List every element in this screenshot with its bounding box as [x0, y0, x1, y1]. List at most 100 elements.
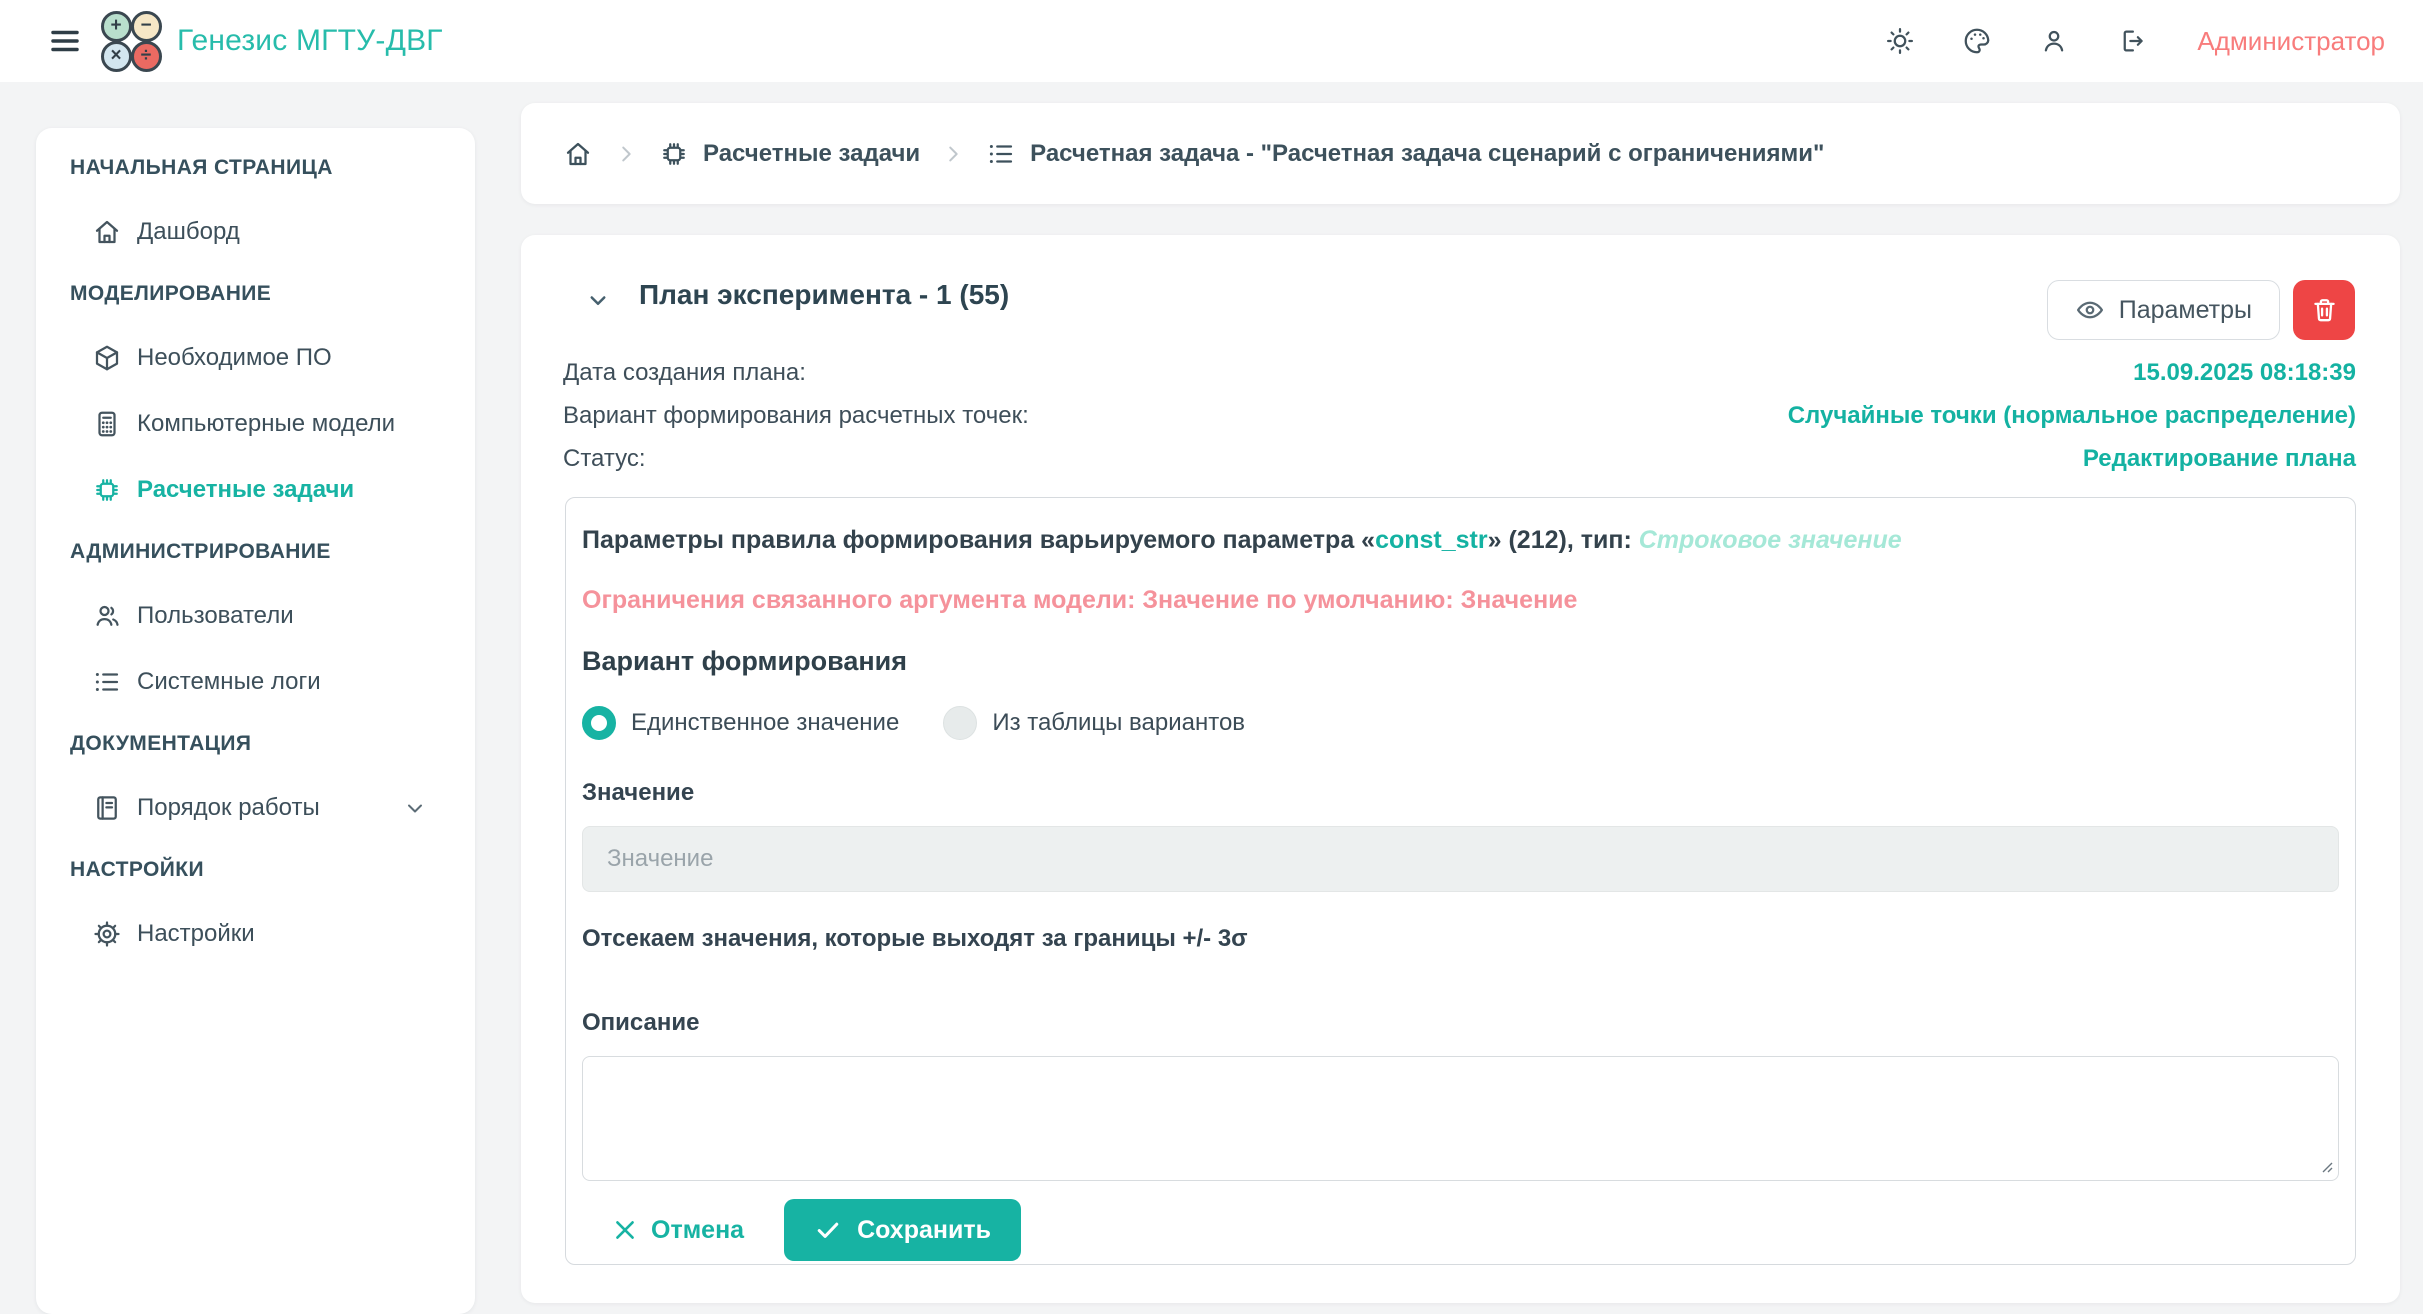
- detail-row-status: Статус: Редактирование плана: [563, 437, 2356, 480]
- sidebar-item-computer-models[interactable]: Компьютерные модели: [36, 400, 475, 448]
- users-icon: [96, 605, 119, 626]
- sidebar-item-work-procedure[interactable]: Порядок работы: [36, 784, 475, 832]
- plan-details: Дата создания плана: 15.09.2025 08:18:39…: [563, 351, 2356, 480]
- sidebar-item-settings[interactable]: Настройки: [36, 910, 475, 958]
- logout-icon[interactable]: [2116, 26, 2146, 56]
- logo-times-circle: ×: [100, 40, 132, 72]
- app-header: + − × ÷ Генезис МГТУ-ДВГ Администратор: [0, 0, 2423, 82]
- sidebar-section-administration: АДМИНИСТРИРОВАНИЕ: [70, 540, 331, 563]
- cancel-button[interactable]: Отмена: [606, 1215, 750, 1246]
- theme-sun-icon[interactable]: [1885, 26, 1915, 56]
- menu-icon[interactable]: [45, 20, 87, 62]
- logo-minus-circle: −: [130, 10, 162, 42]
- trash-icon: [2313, 298, 2335, 321]
- chevron-right-icon: [942, 143, 964, 165]
- rule-constraints: Ограничения связанного аргумента модели:…: [582, 586, 1578, 614]
- description-area-wrap: [582, 1056, 2339, 1181]
- list-icon: [990, 144, 1013, 163]
- breadcrumb-calculation-tasks[interactable]: Расчетные задачи: [659, 139, 920, 169]
- logo-divide-glyph: ÷: [140, 45, 152, 66]
- sidebar-item-label: Необходимое ПО: [137, 344, 332, 371]
- sidebar-item-system-logs[interactable]: Системные логи: [36, 658, 475, 706]
- plan-title: План эксперимента - 1 (55): [639, 279, 1010, 310]
- breadcrumb-label: Расчетная задача - "Расчетная задача сце…: [1030, 139, 1825, 167]
- chevron-right-icon: [615, 143, 637, 165]
- detail-label: Вариант формирования расчетных точек:: [563, 401, 1029, 429]
- book-icon: [97, 796, 117, 820]
- calculator-icon: [98, 411, 116, 437]
- breadcrumb-label: Расчетные задачи: [703, 139, 921, 167]
- rule-title-suffix: » (212), тип:: [1487, 526, 1639, 554]
- breadcrumb-home[interactable]: [563, 139, 593, 169]
- parameter-rule-form: Параметры правила формирования варьируем…: [565, 497, 2356, 1265]
- logo-times-glyph: ×: [110, 45, 122, 66]
- radio-from-table[interactable]: Из таблицы вариантов: [943, 706, 1245, 740]
- check-icon: [817, 1222, 839, 1238]
- app-title: Генезис МГТУ-ДВГ: [177, 24, 443, 57]
- cpu-icon: [96, 479, 118, 501]
- sidebar-section-settings: НАСТРОЙКИ: [70, 858, 204, 881]
- radio-label: Из таблицы вариантов: [992, 709, 1246, 736]
- package-icon: [95, 345, 119, 371]
- sidebar-item-calculation-tasks[interactable]: Расчетные задачи: [36, 466, 475, 514]
- collapse-chevron-down-icon[interactable]: [583, 285, 613, 315]
- parameters-button-label: Параметры: [2118, 295, 2252, 324]
- x-icon: [616, 1221, 634, 1239]
- rule-param-name: const_str: [1375, 526, 1488, 554]
- variant-radio-group: Единственное значение Из таблицы вариант…: [582, 706, 2339, 740]
- sidebar-item-label: Дашборд: [137, 218, 240, 245]
- detail-row-created: Дата создания плана: 15.09.2025 08:18:39: [563, 351, 2356, 394]
- sidebar-item-users[interactable]: Пользователи: [36, 592, 475, 640]
- eye-icon: [2076, 301, 2103, 319]
- radio-button-icon[interactable]: [943, 706, 978, 740]
- sidebar: НАЧАЛЬНАЯ СТРАНИЦА Дашборд МОДЕЛИРОВАНИЕ…: [36, 128, 475, 1314]
- resize-grip-icon[interactable]: [2319, 1159, 2334, 1174]
- breadcrumb-current-task: Расчетная задача - "Расчетная задача сце…: [986, 139, 1824, 169]
- detail-label: Статус:: [563, 444, 646, 472]
- list-icon: [95, 673, 119, 691]
- home-icon: [566, 142, 590, 165]
- cancel-button-label: Отмена: [651, 1215, 745, 1244]
- gear-icon: [94, 921, 120, 947]
- rule-param-type: Строковое значение: [1638, 526, 1902, 554]
- sidebar-section-modeling: МОДЕЛИРОВАНИЕ: [70, 282, 272, 305]
- sidebar-section-documentation: ДОКУМЕНТАЦИЯ: [70, 732, 252, 755]
- user-icon[interactable]: [2039, 26, 2069, 56]
- value-input[interactable]: [582, 826, 2339, 892]
- logo-divide-circle: ÷: [130, 40, 162, 72]
- detail-value: Редактирование плана: [2082, 444, 2356, 472]
- variant-heading: Вариант формирования: [582, 646, 908, 676]
- app-logo-icon: + − × ÷: [100, 10, 162, 72]
- description-label: Описание: [582, 1009, 700, 1036]
- chevron-down-icon[interactable]: [403, 796, 427, 820]
- rule-title: Параметры правила формирования варьируем…: [582, 522, 2339, 558]
- sidebar-section-home: НАЧАЛЬНАЯ СТРАНИЦА: [70, 156, 333, 179]
- detail-label: Дата создания плана:: [563, 358, 806, 386]
- sidebar-item-label: Системные логи: [137, 668, 321, 695]
- save-button-label: Сохранить: [857, 1215, 991, 1244]
- sidebar-item-software[interactable]: Необходимое ПО: [36, 334, 475, 382]
- parameters-button[interactable]: Параметры: [2046, 280, 2280, 340]
- sigma-note: Отсекаем значения, которые выходят за гр…: [582, 925, 1248, 952]
- home-icon: [95, 220, 119, 244]
- logo-plus-glyph: +: [110, 15, 122, 36]
- description-textarea[interactable]: [582, 1056, 2339, 1181]
- form-actions: Отмена Сохранить: [582, 1199, 2339, 1261]
- sidebar-item-label: Расчетные задачи: [137, 476, 355, 503]
- breadcrumb: Расчетные задачи Расчетная задача - "Рас…: [521, 103, 2400, 204]
- delete-plan-button[interactable]: [2293, 280, 2355, 340]
- user-role-label[interactable]: Администратор: [2197, 26, 2385, 57]
- radio-single-value[interactable]: Единственное значение: [582, 706, 899, 740]
- radio-button-icon[interactable]: [582, 706, 616, 740]
- sidebar-item-label: Порядок работы: [137, 794, 320, 821]
- value-label: Значение: [582, 779, 695, 806]
- save-button[interactable]: Сохранить: [784, 1199, 1021, 1261]
- palette-icon[interactable]: [1962, 26, 1992, 56]
- sidebar-item-dashboard[interactable]: Дашборд: [36, 208, 475, 256]
- detail-row-point-variant: Вариант формирования расчетных точек: Сл…: [563, 394, 2356, 437]
- rule-title-prefix: Параметры правила формирования варьируем…: [582, 526, 1376, 554]
- cpu-icon: [663, 142, 685, 165]
- sidebar-item-label: Компьютерные модели: [137, 410, 396, 437]
- radio-label: Единственное значение: [631, 709, 900, 736]
- experiment-plan-card: План эксперимента - 1 (55) Параметры Дат…: [521, 235, 2400, 1303]
